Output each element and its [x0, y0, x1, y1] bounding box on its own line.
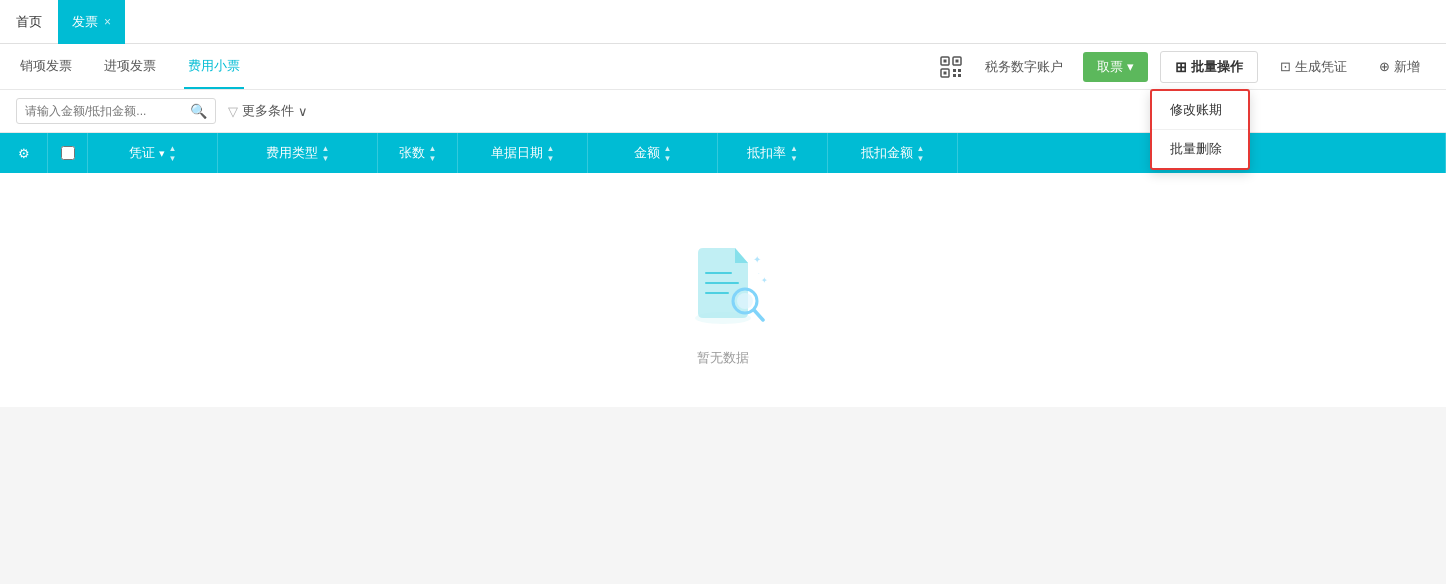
chevron-down-icon: ∨	[298, 104, 308, 119]
invoice-tab[interactable]: 发票 ×	[58, 0, 125, 44]
sort-arrows-count[interactable]: ▲▼	[429, 144, 437, 163]
sort-arrows-deduct-rate[interactable]: ▲▼	[790, 144, 798, 163]
tab-sales-invoice[interactable]: 销项发票	[16, 44, 76, 89]
tab-expense-receipt[interactable]: 费用小票	[184, 44, 244, 89]
take-ticket-button[interactable]: 取票 ▾	[1083, 52, 1148, 82]
tax-account-button[interactable]: 税务数字账户	[977, 58, 1071, 76]
tab-input-invoice[interactable]: 进项发票	[100, 44, 160, 89]
sort-arrows-amount[interactable]: ▲▼	[664, 144, 672, 163]
chevron-down-icon: ▾	[1127, 59, 1134, 74]
th-checkbox[interactable]	[48, 133, 88, 173]
svg-rect-5	[944, 71, 947, 74]
main-content: ⚙ 凭证 ▾ ▲▼ 费用类型 ▲▼ 张数 ▲▼ 单据日期 ▲▼ 金额 ▲▼ 抵扣…	[0, 133, 1446, 407]
th-deduct-amount: 抵扣金额 ▲▼	[828, 133, 958, 173]
batch-operation-button[interactable]: ⊞ 批量操作	[1160, 51, 1258, 83]
settings-icon[interactable]: ⚙	[18, 146, 30, 161]
th-voucher: 凭证 ▾ ▲▼	[88, 133, 218, 173]
th-expense-type: 费用类型 ▲▼	[218, 133, 378, 173]
select-all-checkbox[interactable]	[61, 146, 75, 160]
voucher-icon: ⊡	[1280, 59, 1291, 74]
sub-nav-tabs: 销项发票 进项发票 费用小票	[16, 44, 244, 89]
svg-text:✦: ✦	[753, 254, 761, 265]
svg-rect-3	[956, 59, 959, 62]
th-settings[interactable]: ⚙	[0, 133, 48, 173]
batch-op-dropdown: 修改账期 批量删除	[1150, 89, 1250, 170]
qr-code-icon[interactable]	[937, 53, 965, 81]
generate-voucher-button[interactable]: ⊡ 生成凭证	[1270, 52, 1357, 82]
voucher-filter-icon[interactable]: ▾	[159, 147, 165, 160]
empty-data-illustration: ✦ ✦ ·	[673, 233, 773, 333]
th-amount: 金额 ▲▼	[588, 133, 718, 173]
search-input[interactable]	[25, 104, 184, 118]
svg-point-15	[737, 293, 753, 309]
home-link[interactable]: 首页	[16, 13, 58, 31]
invoice-tab-label: 发票	[72, 13, 98, 31]
empty-text: 暂无数据	[697, 349, 749, 367]
svg-text:✦: ✦	[761, 276, 768, 285]
svg-rect-9	[958, 74, 961, 77]
sort-arrows-deduct-amount[interactable]: ▲▼	[917, 144, 925, 163]
th-date: 单据日期 ▲▼	[458, 133, 588, 173]
svg-line-16	[754, 310, 763, 320]
svg-rect-1	[944, 59, 947, 62]
batch-delete-item[interactable]: 批量删除	[1152, 129, 1248, 168]
svg-rect-8	[953, 74, 956, 77]
add-button[interactable]: ⊕ 新增	[1369, 52, 1430, 82]
sub-nav-actions: 税务数字账户 取票 ▾ ⊞ 批量操作 ⊡ 生成凭证 ⊕ 新增	[937, 51, 1430, 83]
sort-arrows-date[interactable]: ▲▼	[547, 144, 555, 163]
th-count: 张数 ▲▼	[378, 133, 458, 173]
close-tab-icon[interactable]: ×	[104, 15, 111, 29]
filter-icon: ▽	[228, 104, 238, 119]
more-conditions-button[interactable]: ▽ 更多条件 ∨	[228, 102, 308, 120]
svg-text:·: ·	[758, 270, 760, 276]
sort-arrows[interactable]: ▲▼	[169, 144, 177, 163]
empty-state: ✦ ✦ · 暂无数据	[0, 173, 1446, 407]
search-wrap: 🔍	[16, 98, 216, 124]
svg-rect-6	[953, 69, 956, 72]
th-deduct-rate: 抵扣率 ▲▼	[718, 133, 828, 173]
svg-rect-7	[958, 69, 961, 72]
batch-op-icon: ⊞	[1175, 59, 1187, 75]
modify-period-item[interactable]: 修改账期	[1152, 91, 1248, 129]
add-icon: ⊕	[1379, 59, 1390, 74]
search-icon[interactable]: 🔍	[190, 103, 207, 119]
sub-nav: 销项发票 进项发票 费用小票 税务数字账户 取票	[0, 44, 1446, 90]
sort-arrows-expense[interactable]: ▲▼	[322, 144, 330, 163]
top-nav: 首页 发票 ×	[0, 0, 1446, 44]
